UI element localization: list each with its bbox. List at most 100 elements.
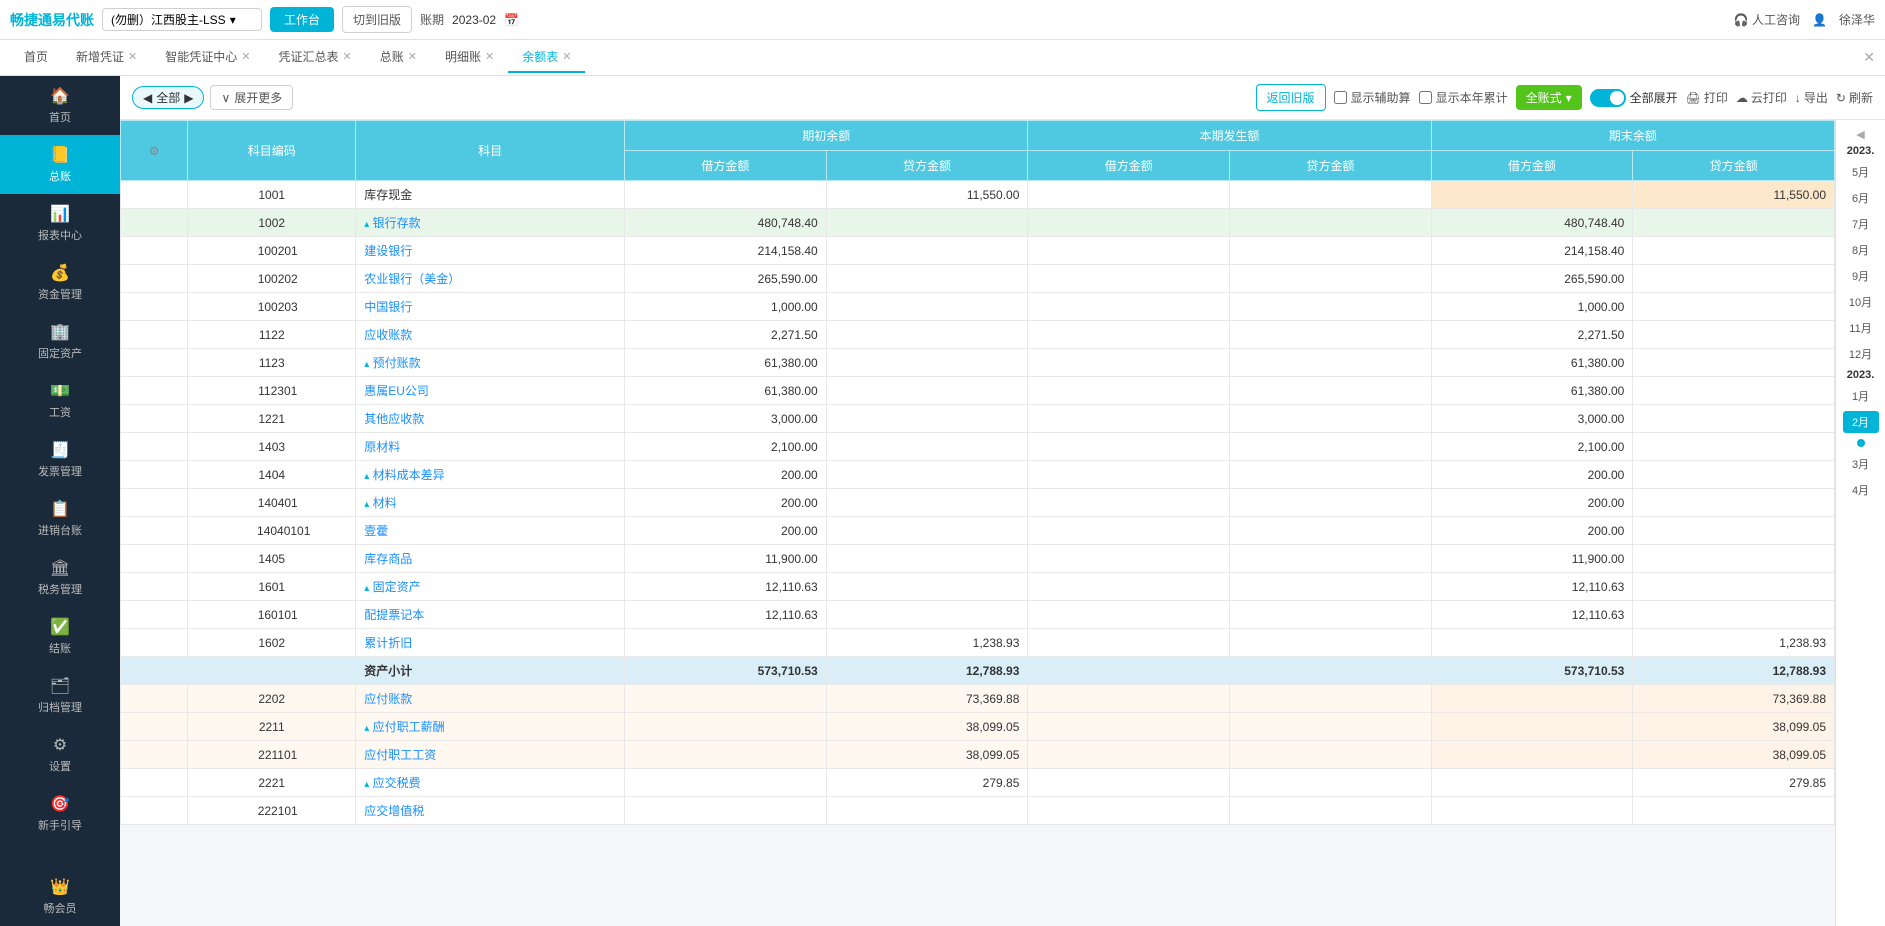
row-name[interactable]: 累计折旧: [356, 629, 625, 657]
sidebar-item-ledger[interactable]: 📒 总账: [0, 135, 120, 194]
sidebar-item-invoices[interactable]: 🧾 发票管理: [0, 430, 120, 489]
print-button[interactable]: 🖨 打印: [1686, 89, 1728, 106]
sidebar-item-settings[interactable]: ⚙ 设置: [0, 725, 120, 784]
expand-more-button[interactable]: ∨ 展开更多: [210, 85, 293, 110]
month-10-btn[interactable]: 10月: [1843, 291, 1879, 313]
month-9-btn[interactable]: 9月: [1843, 265, 1879, 287]
row-settings[interactable]: [121, 377, 188, 405]
row-settings[interactable]: [121, 349, 188, 377]
refresh-button[interactable]: ↻ 刷新: [1836, 89, 1873, 106]
export-button[interactable]: ↓ 导出: [1795, 89, 1828, 106]
row-settings[interactable]: [121, 629, 188, 657]
row-settings[interactable]: [121, 573, 188, 601]
row-settings[interactable]: [121, 517, 188, 545]
sidebar-item-archive[interactable]: 🗂 归档管理: [0, 666, 120, 725]
row-name[interactable]: ▴ 预付账款: [356, 349, 625, 377]
row-name[interactable]: ▴ 银行存款: [356, 209, 625, 237]
month-7-btn[interactable]: 7月: [1843, 213, 1879, 235]
tab-home[interactable]: 首页: [10, 42, 62, 73]
row-name[interactable]: 中国银行: [356, 293, 625, 321]
sidebar-item-funds[interactable]: 💰 资金管理: [0, 253, 120, 312]
row-name[interactable]: ▴ 应付职工薪酬: [356, 713, 625, 741]
month-4-btn[interactable]: 4月: [1843, 479, 1879, 501]
month-3-btn[interactable]: 3月: [1843, 453, 1879, 475]
all-filter-badge[interactable]: ◀ 全部 ▶: [132, 86, 204, 109]
row-name[interactable]: 原材料: [356, 433, 625, 461]
row-name[interactable]: 应交增值税: [356, 797, 625, 825]
row-name[interactable]: 配提票记本: [356, 601, 625, 629]
calendar-icon[interactable]: 📅: [504, 13, 519, 27]
row-settings[interactable]: [121, 265, 188, 293]
row-settings[interactable]: [121, 545, 188, 573]
row-settings[interactable]: [121, 237, 188, 265]
sidebar-item-sales[interactable]: 📋 进销台账: [0, 489, 120, 548]
sidebar-item-tax[interactable]: 🏛 税务管理: [0, 548, 120, 607]
month-12-btn[interactable]: 12月: [1843, 343, 1879, 365]
row-settings[interactable]: [121, 405, 188, 433]
row-settings[interactable]: [121, 209, 188, 237]
row-settings[interactable]: [121, 685, 188, 713]
row-settings[interactable]: [121, 657, 188, 685]
row-name[interactable]: ▴ 材料: [356, 489, 625, 517]
sidebar-item-salary[interactable]: 💵 工资: [0, 371, 120, 430]
month-6-btn[interactable]: 6月: [1843, 187, 1879, 209]
show-ytd-checkbox[interactable]: 显示本年累计: [1419, 89, 1508, 106]
row-name[interactable]: 库存商品: [356, 545, 625, 573]
consultation-icon[interactable]: 🎧 人工咨询: [1734, 11, 1800, 28]
row-name[interactable]: ▴ 材料成本差异: [356, 461, 625, 489]
month-8-btn[interactable]: 8月: [1843, 239, 1879, 261]
month-5-btn[interactable]: 5月: [1843, 161, 1879, 183]
row-name[interactable]: 壹藿: [356, 517, 625, 545]
close-icon[interactable]: ✕: [485, 50, 494, 63]
row-name[interactable]: 农业银行（美金）: [356, 265, 625, 293]
row-name[interactable]: 应付账款: [356, 685, 625, 713]
row-settings[interactable]: [121, 461, 188, 489]
show-ytd-input[interactable]: [1419, 91, 1432, 104]
sidebar-item-guide[interactable]: 🎯 新手引导: [0, 784, 120, 843]
close-icon[interactable]: ✕: [343, 50, 352, 63]
row-name[interactable]: ▴ 固定资产: [356, 573, 625, 601]
row-name[interactable]: 其他应收款: [356, 405, 625, 433]
expand-all-toggle[interactable]: 全部展开: [1590, 89, 1678, 107]
row-name[interactable]: 惠属EU公司: [356, 377, 625, 405]
sidebar-item-assets[interactable]: 🏢 固定资产: [0, 312, 120, 371]
row-settings[interactable]: [121, 181, 188, 209]
full-format-button[interactable]: 全账式 ▾: [1516, 85, 1582, 110]
company-selector[interactable]: (勿删）江西股主-LSS ▾: [102, 8, 262, 31]
tab-smart-voucher[interactable]: 智能凭证中心 ✕: [151, 42, 264, 73]
toggle-switch-control[interactable]: [1590, 89, 1626, 107]
row-settings[interactable]: [121, 741, 188, 769]
close-icon[interactable]: ✕: [128, 50, 137, 63]
switch-version-button[interactable]: 切到旧版: [342, 6, 412, 33]
row-settings[interactable]: [121, 601, 188, 629]
row-settings[interactable]: [121, 293, 188, 321]
tab-detail-ledger[interactable]: 明细账 ✕: [431, 42, 508, 73]
row-name[interactable]: 建设银行: [356, 237, 625, 265]
close-icon[interactable]: ✕: [408, 50, 417, 63]
month-11-btn[interactable]: 11月: [1843, 317, 1879, 339]
collapse-arrow[interactable]: ◀: [1856, 128, 1864, 141]
close-window-icon[interactable]: ✕: [1863, 49, 1875, 66]
sidebar-item-home[interactable]: 🏠 首页: [0, 76, 120, 135]
tab-new-voucher[interactable]: 新增凭证 ✕: [62, 42, 151, 73]
tab-ledger[interactable]: 总账 ✕: [366, 42, 431, 73]
close-icon[interactable]: ✕: [562, 50, 571, 63]
show-aux-checkbox[interactable]: 显示辅助算: [1334, 89, 1411, 106]
sidebar-item-vip[interactable]: 👑 畅会员: [0, 867, 120, 926]
row-name[interactable]: 应收账款: [356, 321, 625, 349]
workbench-button[interactable]: 工作台: [270, 7, 334, 32]
cloud-print-button[interactable]: ☁ 云打印: [1736, 89, 1787, 106]
month-2-btn[interactable]: 2月: [1843, 411, 1879, 433]
tab-voucher-summary[interactable]: 凭证汇总表 ✕: [264, 42, 365, 73]
row-settings[interactable]: [121, 433, 188, 461]
return-old-version-button[interactable]: 返回旧版: [1256, 84, 1326, 111]
row-name[interactable]: 应付职工工资: [356, 741, 625, 769]
show-aux-input[interactable]: [1334, 91, 1347, 104]
month-1-btn[interactable]: 1月: [1843, 385, 1879, 407]
sidebar-item-reports[interactable]: 📊 报表中心: [0, 194, 120, 253]
close-icon[interactable]: ✕: [241, 50, 250, 63]
row-settings[interactable]: [121, 797, 188, 825]
sidebar-item-closing[interactable]: ✅ 结账: [0, 607, 120, 666]
row-settings[interactable]: [121, 321, 188, 349]
row-settings[interactable]: [121, 489, 188, 517]
